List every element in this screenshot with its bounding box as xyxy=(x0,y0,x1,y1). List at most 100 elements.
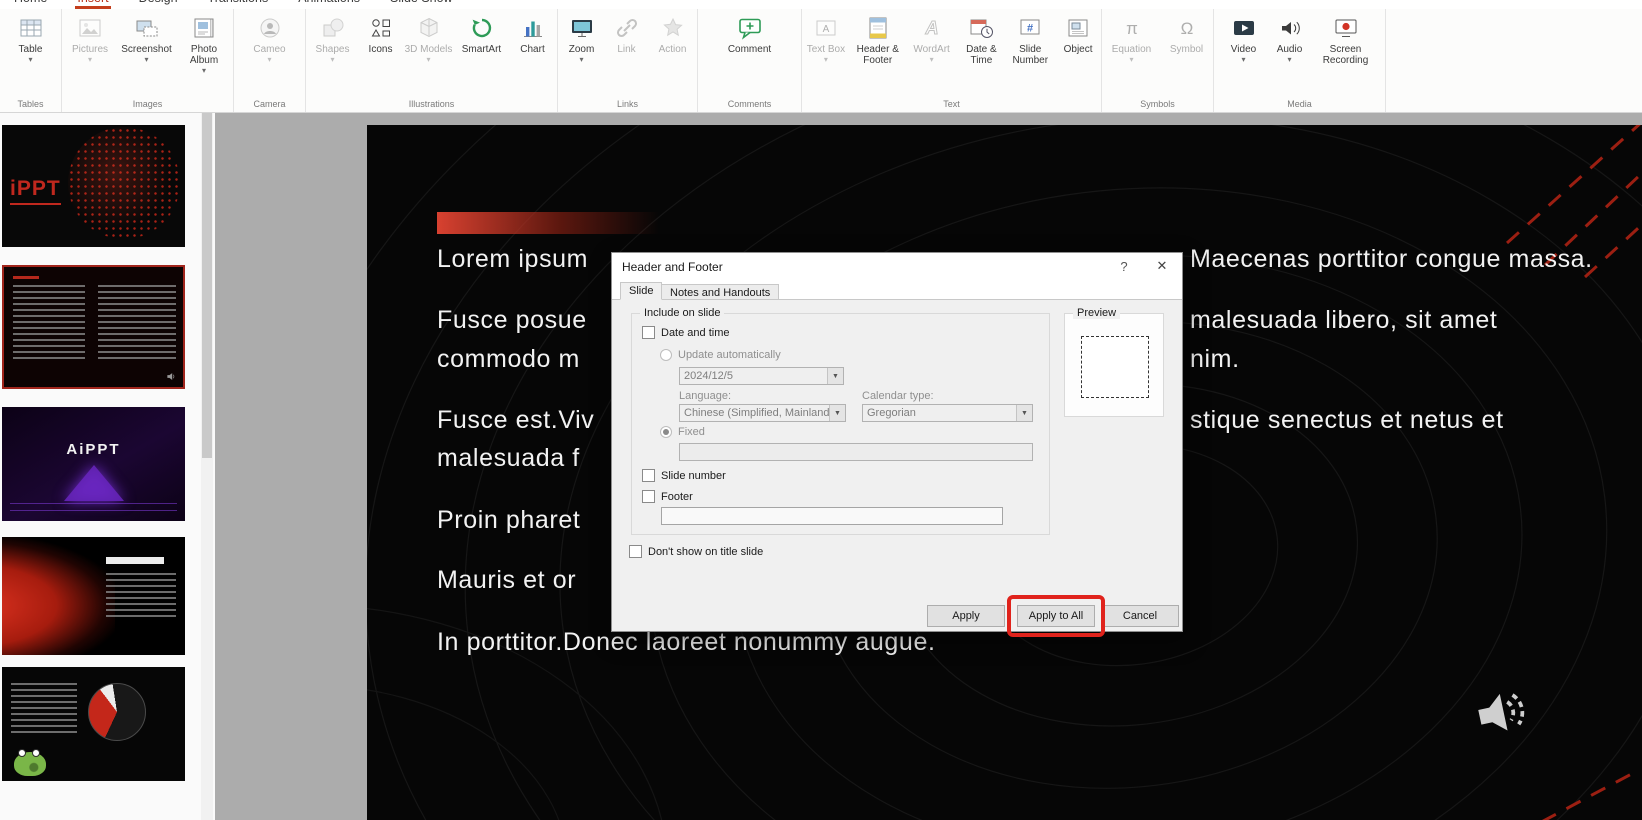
text-placeholder-lines xyxy=(13,285,85,363)
3d-models-label: 3D Models xyxy=(404,44,453,55)
zoom-button[interactable]: Zoom xyxy=(559,14,605,64)
date-time-icon xyxy=(968,15,994,41)
group-label-illustrations: Illustrations xyxy=(408,99,455,109)
slide-number-checkbox[interactable]: Slide number xyxy=(642,469,726,482)
dialog-tab-notes-handouts[interactable]: Notes and Handouts xyxy=(661,284,780,300)
help-button[interactable]: ? xyxy=(1108,253,1140,279)
smartart-button[interactable]: SmartArt xyxy=(455,14,509,64)
cancel-button[interactable]: Cancel xyxy=(1101,605,1179,627)
slide-thumbnail-3[interactable]: AiPPT xyxy=(2,407,185,521)
ribbon-group-symbols: π Equation Ω Symbol Symbols xyxy=(1102,9,1214,112)
audio-icon xyxy=(1277,15,1303,41)
footer-text-input[interactable] xyxy=(661,507,1003,525)
smartart-icon xyxy=(469,15,495,41)
link-button[interactable]: Link xyxy=(605,14,649,64)
combo-arrow-icon xyxy=(827,368,843,384)
preview-group: Preview xyxy=(1064,307,1164,417)
audio-speaker-icon[interactable] xyxy=(1464,677,1535,748)
checkbox-label: Slide number xyxy=(661,469,726,482)
photo-album-button[interactable]: Photo Album xyxy=(175,14,233,75)
shapes-button[interactable]: Shapes xyxy=(307,14,359,64)
slide-thumbnail-1[interactable]: iPPT xyxy=(2,125,185,247)
tab-transitions[interactable]: Transitions xyxy=(206,0,271,9)
3d-models-button[interactable]: 3D Models xyxy=(403,14,455,64)
scrollbar-thumb[interactable] xyxy=(202,113,212,458)
pictures-button[interactable]: Pictures xyxy=(62,14,118,75)
action-button[interactable]: Action xyxy=(649,14,697,64)
date-and-time-checkbox[interactable]: Date and time xyxy=(642,326,729,339)
symbol-label: Symbol xyxy=(1169,44,1204,55)
object-button[interactable]: Object xyxy=(1055,14,1101,66)
dont-show-on-title-checkbox[interactable]: Don't show on title slide xyxy=(629,545,763,558)
slide-thumbnail-5[interactable] xyxy=(2,667,185,781)
comment-button[interactable]: Comment xyxy=(720,14,780,55)
chevron-down-icon xyxy=(579,55,583,64)
group-label-tables: Tables xyxy=(17,99,44,109)
slide3-brand-text: AiPPT xyxy=(66,441,121,458)
chevron-down-icon xyxy=(1241,55,1245,64)
video-button[interactable]: Video xyxy=(1221,14,1267,66)
purple-triangle-graphic xyxy=(63,465,124,501)
screenshot-button[interactable]: Screenshot xyxy=(118,14,175,75)
equation-button[interactable]: π Equation xyxy=(1103,14,1161,64)
apply-to-all-button[interactable]: Apply to All xyxy=(1017,605,1095,627)
wordart-icon: A xyxy=(919,15,945,41)
text-fragment: Proin pharet xyxy=(437,506,581,534)
screen-recording-button[interactable]: Screen Recording xyxy=(1313,14,1379,66)
svg-text:Ω: Ω xyxy=(1180,19,1193,38)
slide-number-button[interactable]: # Slide Number xyxy=(1005,14,1055,66)
slide-thumbnail-4[interactable] xyxy=(2,537,185,655)
tab-slide-show[interactable]: Slide Show xyxy=(388,0,455,9)
text-box-label: Text Box xyxy=(806,44,846,55)
header-footer-dialog: Header and Footer ? ✕ Slide Notes and Ha… xyxy=(611,252,1183,637)
tab-design[interactable]: Design xyxy=(137,0,180,9)
icons-button[interactable]: Icons xyxy=(359,14,403,64)
group-label-symbols: Symbols xyxy=(1140,99,1175,109)
tab-home[interactable]: Home xyxy=(12,0,49,9)
radio-circle-selected xyxy=(660,426,672,438)
symbol-button[interactable]: Ω Symbol xyxy=(1161,14,1213,64)
tab-insert[interactable]: Insert xyxy=(75,0,110,9)
chart-button[interactable]: Chart xyxy=(509,14,557,64)
close-icon[interactable]: ✕ xyxy=(1142,253,1182,279)
frog-image xyxy=(14,749,46,776)
date-time-button[interactable]: Date & Time xyxy=(957,14,1005,66)
tab-animations[interactable]: Animations xyxy=(296,0,362,9)
smartart-label: SmartArt xyxy=(461,44,502,55)
apply-button[interactable]: Apply xyxy=(927,605,1005,627)
purple-line xyxy=(10,510,177,511)
powerpoint-window: Home Insert Design Transitions Animation… xyxy=(0,0,1642,820)
action-label: Action xyxy=(658,44,687,55)
title-placeholder xyxy=(106,557,165,564)
language-combobox[interactable]: Chinese (Simplified, Mainland Ch... xyxy=(679,404,846,422)
checkbox-label: Don't show on title slide xyxy=(648,545,764,558)
fixed-date-input[interactable] xyxy=(679,443,1033,461)
footer-checkbox[interactable]: Footer xyxy=(642,490,693,503)
calendar-type-combobox[interactable]: Gregorian xyxy=(862,404,1033,422)
svg-text:π: π xyxy=(1126,19,1138,38)
header-footer-button[interactable]: Header & Footer xyxy=(850,14,906,66)
chevron-down-icon xyxy=(88,55,92,64)
audio-button[interactable]: Audio xyxy=(1267,14,1313,66)
date-format-combobox[interactable]: 2024/12/5 xyxy=(679,367,844,385)
update-automatically-radio[interactable]: Update automatically xyxy=(660,349,781,361)
video-icon xyxy=(1231,15,1257,41)
slide-thumbnail-2-selected[interactable] xyxy=(2,265,185,389)
dialog-tab-slide[interactable]: Slide xyxy=(620,282,663,300)
checkbox-label: Date and time xyxy=(661,326,730,339)
svg-text:#: # xyxy=(1027,23,1033,35)
thumbnail-scrollbar[interactable] xyxy=(201,113,213,820)
pictures-label: Pictures xyxy=(71,44,109,55)
photo-album-icon xyxy=(191,15,217,41)
cameo-button[interactable]: Cameo xyxy=(242,14,298,64)
cameo-label: Cameo xyxy=(253,44,286,55)
group-label-camera: Camera xyxy=(253,99,286,109)
text-fragment: Fusce est.Viv xyxy=(437,406,595,434)
include-on-slide-group: Include on slide xyxy=(631,307,1050,535)
wordart-button[interactable]: A WordArt xyxy=(906,14,958,66)
slide1-brand-text: iPPT xyxy=(10,177,61,205)
text-box-button[interactable]: A Text Box xyxy=(802,14,850,66)
table-button[interactable]: Table xyxy=(3,14,59,64)
fixed-radio[interactable]: Fixed xyxy=(660,426,705,438)
audio-label: Audio xyxy=(1276,44,1303,55)
